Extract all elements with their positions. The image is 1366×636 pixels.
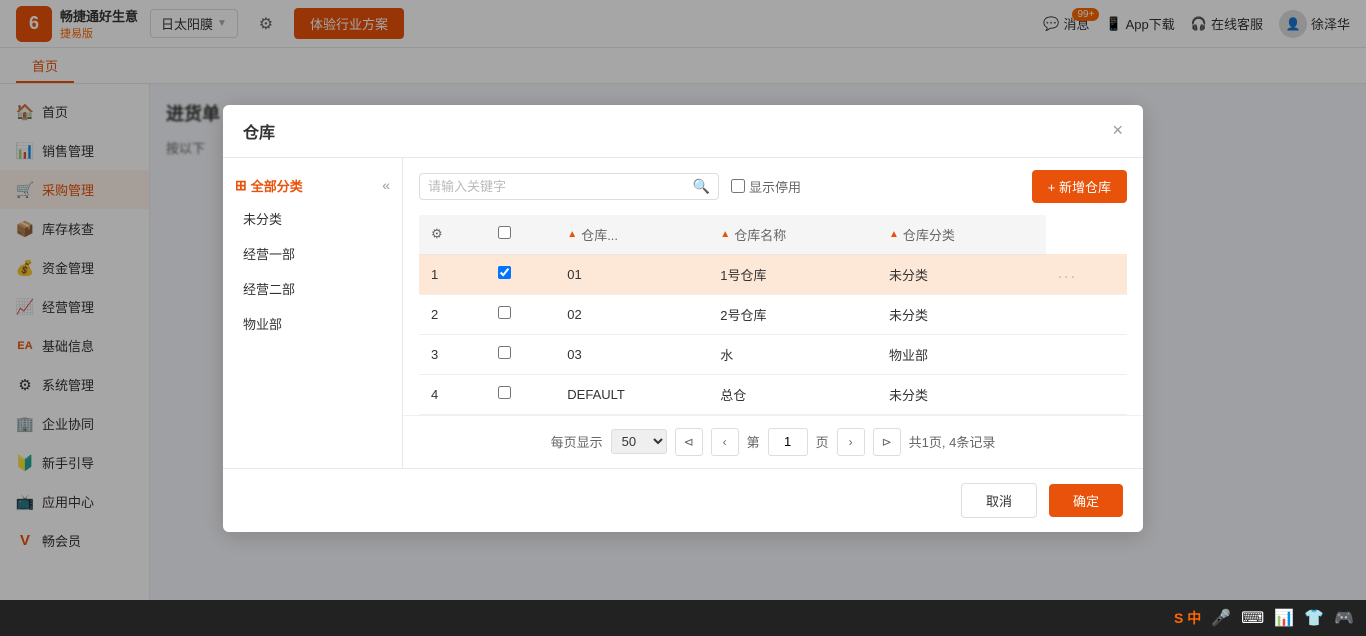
row-code: 02 — [555, 294, 708, 334]
row-checkbox[interactable] — [486, 334, 555, 374]
sort-icon: ▲ — [567, 229, 577, 240]
row-category: 未分类 — [877, 374, 1046, 414]
first-page-button[interactable]: ⊲ — [675, 428, 703, 456]
row-name: 总仓 — [708, 374, 877, 414]
col-category[interactable]: ▲ 仓库分类 — [877, 215, 1046, 255]
shirt-icon[interactable]: 👕 — [1304, 608, 1324, 628]
modal-body: ⊞ 全部分类 « 未分类 经营一部 经营二部 物业部 🔍 — [223, 158, 1143, 468]
modal-sidebar-header: ⊞ 全部分类 « — [223, 170, 402, 201]
mic-icon[interactable]: 🎤 — [1211, 608, 1231, 628]
col-name[interactable]: ▲ 仓库名称 — [708, 215, 877, 255]
row-code: 01 — [555, 254, 708, 294]
page-suffix: 页 — [816, 432, 829, 451]
row-num: 1 — [419, 254, 486, 294]
row-category: 物业部 — [877, 334, 1046, 374]
sidebar-item-property[interactable]: 物业部 — [223, 306, 402, 341]
row-code: 03 — [555, 334, 708, 374]
row-more[interactable]: ... — [1046, 254, 1127, 294]
confirm-button[interactable]: 确定 — [1049, 484, 1123, 517]
modal-footer: 取消 确定 — [223, 468, 1143, 532]
select-all-checkbox[interactable] — [498, 226, 511, 239]
modal-title: 仓库 — [243, 119, 275, 143]
row-name: 1号仓库 — [708, 254, 877, 294]
cancel-button[interactable]: 取消 — [961, 483, 1037, 518]
row-checkbox[interactable] — [486, 294, 555, 334]
col-settings[interactable]: ⚙ — [419, 215, 486, 255]
row-name: 2号仓库 — [708, 294, 877, 334]
next-page-button[interactable]: › — [837, 428, 865, 456]
row-num: 2 — [419, 294, 486, 334]
keyboard-icon[interactable]: ⌨ — [1241, 608, 1264, 628]
table-row[interactable]: 1 01 1号仓库 未分类 ... — [419, 254, 1127, 294]
row-num: 4 — [419, 374, 486, 414]
show-disabled-label[interactable]: 显示停用 — [731, 177, 801, 196]
last-page-button[interactable]: ⊳ — [873, 428, 901, 456]
modal-main: 🔍 显示停用 + 新增仓库 ⚙ — [403, 158, 1143, 468]
row-code: DEFAULT — [555, 374, 708, 414]
row-name: 水 — [708, 334, 877, 374]
chart-icon[interactable]: 📊 — [1274, 608, 1294, 628]
new-warehouse-button[interactable]: + 新增仓库 — [1032, 170, 1127, 203]
brand-label: S 中 — [1174, 608, 1201, 628]
prev-page-button[interactable]: ‹ — [711, 428, 739, 456]
sidebar-item-dept1[interactable]: 经营一部 — [223, 236, 402, 271]
row-checkbox[interactable] — [486, 254, 555, 294]
table-settings-icon: ⚙ — [431, 226, 443, 241]
search-icon: 🔍 — [693, 178, 710, 195]
col-code[interactable]: ▲ 仓库... — [555, 215, 708, 255]
sort-icon-name: ▲ — [720, 229, 730, 240]
table-row[interactable]: 4 DEFAULT 总仓 未分类 — [419, 374, 1127, 414]
per-page-label: 每页显示 — [551, 432, 603, 451]
show-disabled-checkbox[interactable] — [731, 179, 745, 193]
modal-sidebar-title: ⊞ 全部分类 — [235, 176, 303, 195]
bottom-bar: S 中 🎤 ⌨ 📊 👕 🎮 — [0, 600, 1366, 636]
table-row[interactable]: 3 03 水 物业部 — [419, 334, 1127, 374]
search-input-wrap: 🔍 — [419, 173, 719, 200]
search-input[interactable] — [428, 179, 693, 194]
game-icon[interactable]: 🎮 — [1334, 608, 1354, 628]
per-page-select[interactable]: 50 100 — [611, 429, 667, 454]
table-row[interactable]: 2 02 2号仓库 未分类 — [419, 294, 1127, 334]
page-label: 第 — [747, 432, 760, 451]
warehouse-modal: 仓库 × ⊞ 全部分类 « 未分类 经营一部 经营二部 物业部 — [223, 105, 1143, 532]
modal-toolbar: 🔍 显示停用 + 新增仓库 — [403, 158, 1143, 215]
modal-header: 仓库 × — [223, 105, 1143, 158]
row-category: 未分类 — [877, 294, 1046, 334]
modal-overlay: 仓库 × ⊞ 全部分类 « 未分类 经营一部 经营二部 物业部 — [0, 0, 1366, 636]
sidebar-item-dept2[interactable]: 经营二部 — [223, 271, 402, 306]
close-icon[interactable]: × — [1112, 120, 1123, 141]
total-pages: 共1页, 4条记录 — [909, 432, 996, 451]
sort-icon-cat: ▲ — [889, 229, 899, 240]
sidebar-item-uncategorized[interactable]: 未分类 — [223, 201, 402, 236]
row-category: 未分类 — [877, 254, 1046, 294]
grid-icon: ⊞ — [235, 177, 247, 194]
modal-sidebar: ⊞ 全部分类 « 未分类 经营一部 经营二部 物业部 — [223, 158, 403, 468]
collapse-icon[interactable]: « — [382, 177, 390, 193]
pagination: 每页显示 50 100 ⊲ ‹ 第 页 › ⊳ 共1页, 4条记录 — [403, 415, 1143, 468]
row-checkbox[interactable] — [486, 374, 555, 414]
warehouse-table: ⚙ ▲ 仓库... — [403, 215, 1143, 415]
row-num: 3 — [419, 334, 486, 374]
col-checkbox[interactable] — [486, 215, 555, 255]
page-number-input[interactable] — [768, 428, 808, 456]
